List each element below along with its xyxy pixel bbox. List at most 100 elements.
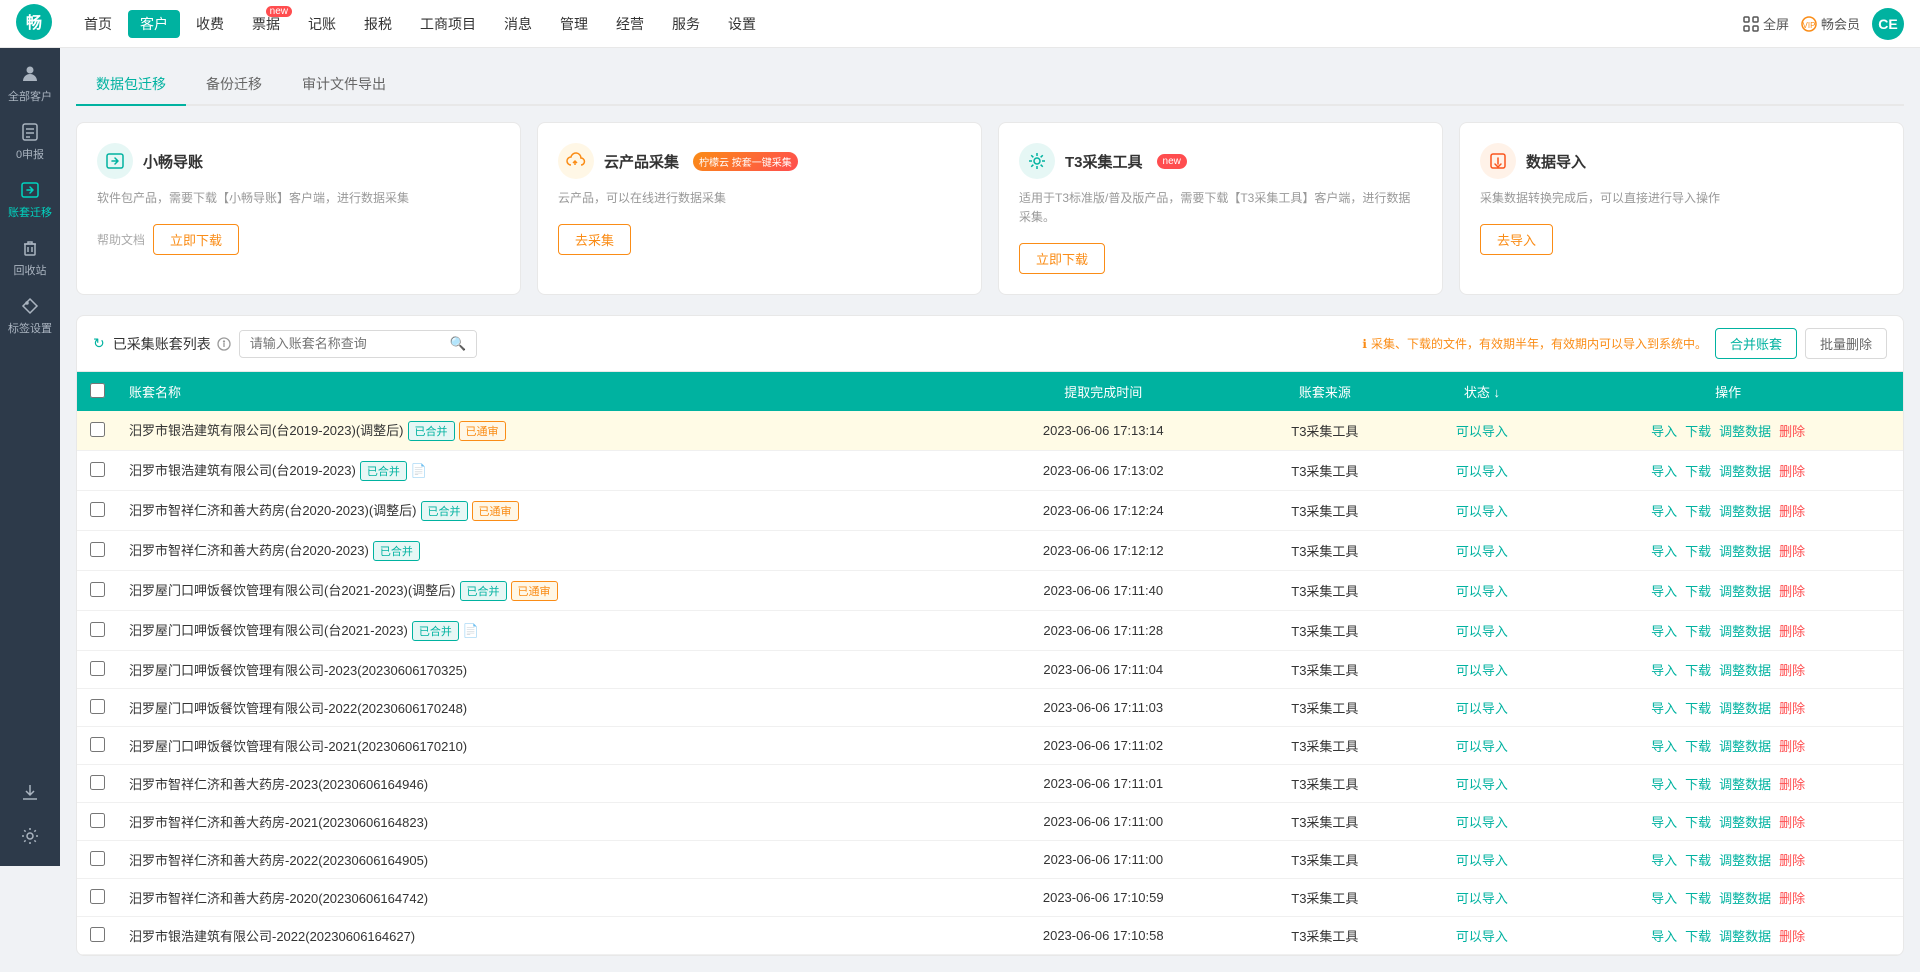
row-action-导入[interactable]: 导入: [1651, 777, 1677, 792]
nav-item-service[interactable]: 服务: [660, 10, 712, 38]
sidebar-settings-btn[interactable]: [12, 818, 48, 854]
row-checkbox[interactable]: [90, 737, 105, 752]
sidebar-download-btn[interactable]: [12, 774, 48, 810]
fullscreen-btn[interactable]: 全屏: [1743, 14, 1789, 33]
row-action-下载[interactable]: 下载: [1685, 624, 1711, 639]
tab-data-migrate[interactable]: 数据包迁移: [76, 64, 186, 106]
row-action-调整数据[interactable]: 调整数据: [1719, 701, 1771, 716]
row-action-调整数据[interactable]: 调整数据: [1719, 929, 1771, 944]
row-action-导入[interactable]: 导入: [1651, 584, 1677, 599]
row-checkbox[interactable]: [90, 582, 105, 597]
refresh-icon[interactable]: ↻: [93, 335, 105, 352]
row-action-删除[interactable]: 删除: [1779, 853, 1805, 868]
sidebar-item-trash[interactable]: 回收站: [2, 230, 58, 286]
row-checkbox[interactable]: [90, 699, 105, 714]
merge-btn[interactable]: 合并账套: [1715, 328, 1797, 359]
search-btn[interactable]: 🔍: [440, 331, 477, 357]
row-action-下载[interactable]: 下载: [1685, 424, 1711, 439]
row-action-下载[interactable]: 下载: [1685, 891, 1711, 906]
file-icon[interactable]: 📄: [463, 623, 479, 638]
row-action-导入[interactable]: 导入: [1651, 544, 1677, 559]
row-action-删除[interactable]: 删除: [1779, 891, 1805, 906]
row-action-下载[interactable]: 下载: [1685, 815, 1711, 830]
nav-item-setting[interactable]: 设置: [716, 10, 768, 38]
row-action-删除[interactable]: 删除: [1779, 584, 1805, 599]
row-action-删除[interactable]: 删除: [1779, 815, 1805, 830]
row-checkbox[interactable]: [90, 542, 105, 557]
download-now-btn[interactable]: 立即下载: [153, 224, 239, 255]
nav-item-business[interactable]: 工商项目: [408, 10, 488, 38]
row-action-下载[interactable]: 下载: [1685, 739, 1711, 754]
sidebar-item-migrate[interactable]: 账套迁移: [2, 172, 58, 228]
nav-item-tax[interactable]: 报税: [352, 10, 404, 38]
row-action-下载[interactable]: 下载: [1685, 701, 1711, 716]
row-action-调整数据[interactable]: 调整数据: [1719, 624, 1771, 639]
help-doc-link[interactable]: 帮助文档: [97, 231, 145, 248]
row-action-调整数据[interactable]: 调整数据: [1719, 504, 1771, 519]
row-checkbox[interactable]: [90, 927, 105, 942]
row-checkbox[interactable]: [90, 502, 105, 517]
row-action-调整数据[interactable]: 调整数据: [1719, 891, 1771, 906]
select-all-checkbox[interactable]: [90, 383, 105, 398]
row-action-导入[interactable]: 导入: [1651, 424, 1677, 439]
row-action-删除[interactable]: 删除: [1779, 424, 1805, 439]
row-action-下载[interactable]: 下载: [1685, 663, 1711, 678]
tab-backup-migrate[interactable]: 备份迁移: [186, 64, 282, 106]
row-checkbox[interactable]: [90, 813, 105, 828]
row-checkbox[interactable]: [90, 661, 105, 676]
row-action-导入[interactable]: 导入: [1651, 891, 1677, 906]
nav-item-account[interactable]: 记账: [296, 10, 348, 38]
row-action-调整数据[interactable]: 调整数据: [1719, 464, 1771, 479]
row-action-删除[interactable]: 删除: [1779, 663, 1805, 678]
row-action-调整数据[interactable]: 调整数据: [1719, 815, 1771, 830]
row-action-导入[interactable]: 导入: [1651, 464, 1677, 479]
t3-download-btn[interactable]: 立即下载: [1019, 243, 1105, 274]
row-action-导入[interactable]: 导入: [1651, 701, 1677, 716]
row-action-删除[interactable]: 删除: [1779, 464, 1805, 479]
row-action-导入[interactable]: 导入: [1651, 504, 1677, 519]
tab-audit-export[interactable]: 审计文件导出: [282, 64, 406, 106]
row-action-下载[interactable]: 下载: [1685, 929, 1711, 944]
row-action-调整数据[interactable]: 调整数据: [1719, 584, 1771, 599]
row-action-删除[interactable]: 删除: [1779, 504, 1805, 519]
row-action-删除[interactable]: 删除: [1779, 701, 1805, 716]
row-action-导入[interactable]: 导入: [1651, 624, 1677, 639]
row-action-删除[interactable]: 删除: [1779, 777, 1805, 792]
row-checkbox[interactable]: [90, 622, 105, 637]
sidebar-item-all-clients[interactable]: 全部客户: [2, 56, 58, 112]
row-action-下载[interactable]: 下载: [1685, 777, 1711, 792]
avatar[interactable]: CE: [1872, 8, 1904, 40]
row-action-调整数据[interactable]: 调整数据: [1719, 663, 1771, 678]
row-checkbox[interactable]: [90, 775, 105, 790]
row-action-调整数据[interactable]: 调整数据: [1719, 739, 1771, 754]
row-action-导入[interactable]: 导入: [1651, 663, 1677, 678]
row-action-导入[interactable]: 导入: [1651, 739, 1677, 754]
row-action-下载[interactable]: 下载: [1685, 584, 1711, 599]
row-action-删除[interactable]: 删除: [1779, 544, 1805, 559]
row-checkbox[interactable]: [90, 462, 105, 477]
row-action-调整数据[interactable]: 调整数据: [1719, 424, 1771, 439]
nav-item-operate[interactable]: 经营: [604, 10, 656, 38]
row-checkbox[interactable]: [90, 851, 105, 866]
nav-item-fee[interactable]: 收费: [184, 10, 236, 38]
nav-item-message[interactable]: 消息: [492, 10, 544, 38]
go-import-btn[interactable]: 去导入: [1480, 224, 1553, 255]
row-action-删除[interactable]: 删除: [1779, 929, 1805, 944]
file-icon[interactable]: 📄: [411, 463, 427, 478]
row-action-导入[interactable]: 导入: [1651, 853, 1677, 868]
row-action-调整数据[interactable]: 调整数据: [1719, 777, 1771, 792]
row-action-下载[interactable]: 下载: [1685, 853, 1711, 868]
vip-btn[interactable]: VIP 畅会员: [1801, 14, 1860, 33]
row-action-删除[interactable]: 删除: [1779, 624, 1805, 639]
logo[interactable]: 畅: [16, 4, 56, 44]
bulk-remove-btn[interactable]: 批量删除: [1805, 328, 1887, 359]
row-action-调整数据[interactable]: 调整数据: [1719, 853, 1771, 868]
row-action-删除[interactable]: 删除: [1779, 739, 1805, 754]
go-collect-btn[interactable]: 去采集: [558, 224, 631, 255]
row-checkbox[interactable]: [90, 422, 105, 437]
sidebar-item-zero-report[interactable]: 0申报: [2, 114, 58, 170]
search-input[interactable]: [240, 331, 440, 356]
row-action-调整数据[interactable]: 调整数据: [1719, 544, 1771, 559]
nav-item-home[interactable]: 首页: [72, 10, 124, 38]
row-action-导入[interactable]: 导入: [1651, 815, 1677, 830]
